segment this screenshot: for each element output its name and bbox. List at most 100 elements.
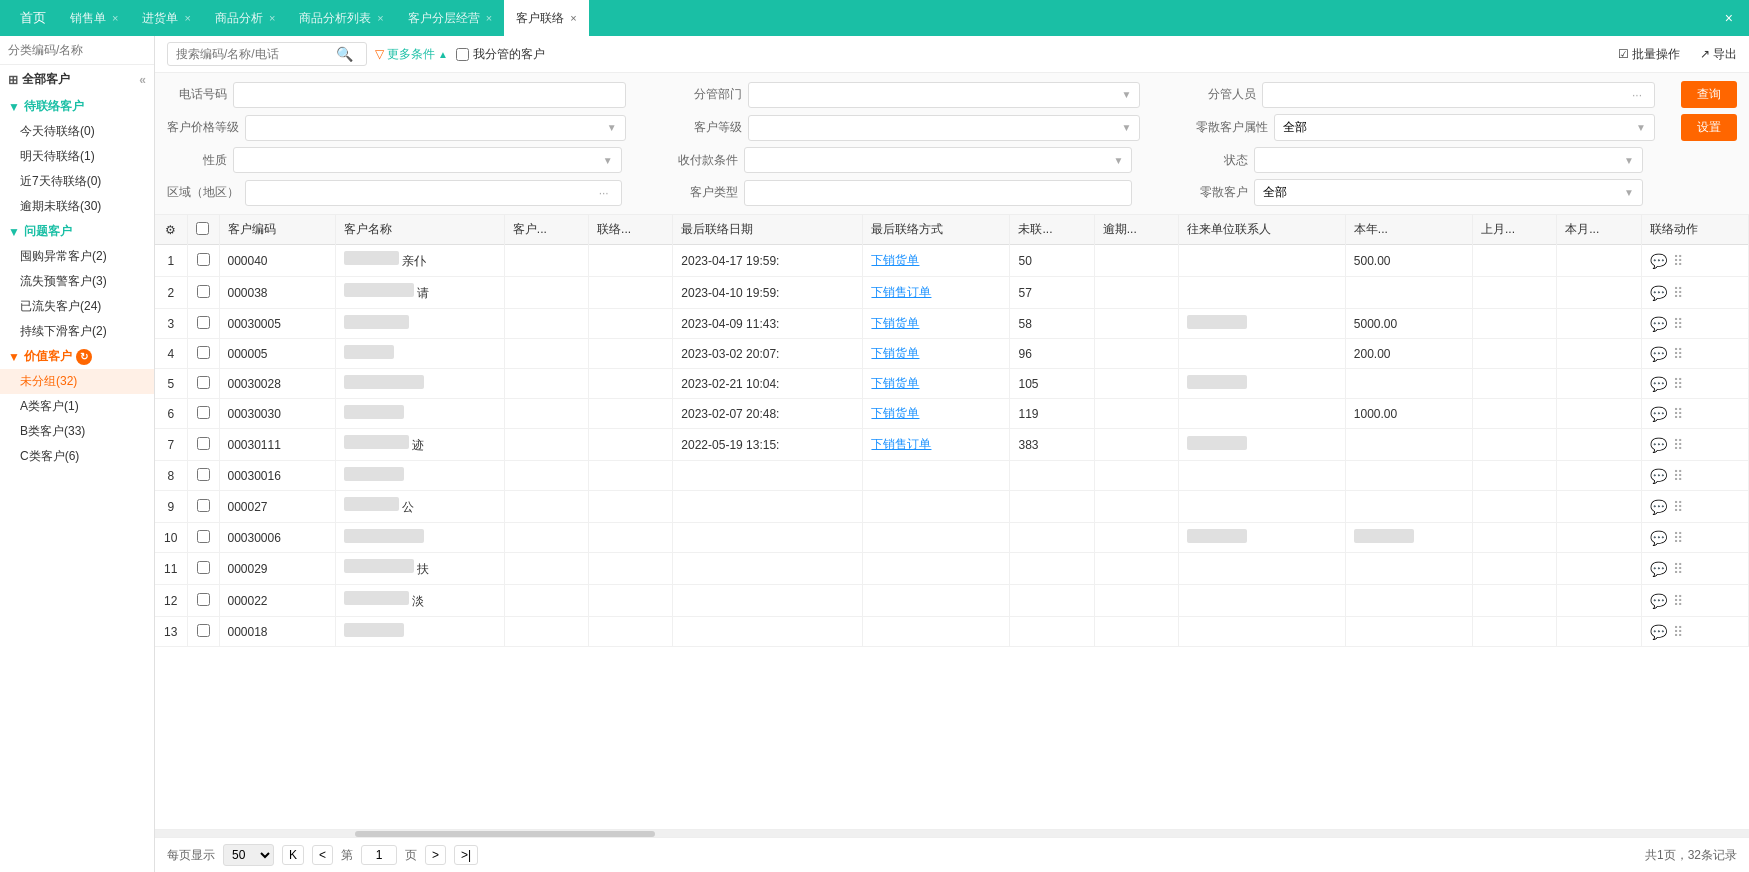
- more-icon[interactable]: ⠿: [1673, 316, 1683, 332]
- customer-name[interactable]: [335, 399, 504, 429]
- nav-tab-purchase[interactable]: 进货单 ×: [130, 0, 202, 36]
- close-sales-tab[interactable]: ×: [112, 12, 118, 24]
- sidebar-item-declining[interactable]: 持续下滑客户(2): [0, 319, 154, 344]
- dept-select[interactable]: ▼: [748, 82, 1141, 108]
- region-input[interactable]: ···: [245, 180, 622, 206]
- row-checkbox[interactable]: [197, 468, 210, 481]
- last-contact-method[interactable]: 下销货单: [863, 399, 1010, 429]
- payment-select[interactable]: ▼: [744, 147, 1133, 173]
- message-icon[interactable]: 💬: [1650, 285, 1667, 301]
- customer-level-select[interactable]: ▼: [748, 115, 1141, 141]
- more-icon[interactable]: ⠿: [1673, 406, 1683, 422]
- last-contact-method[interactable]: 下销售订单: [863, 429, 1010, 461]
- phone-input[interactable]: [233, 82, 626, 108]
- last-contact-method[interactable]: 下销货单: [863, 309, 1010, 339]
- row-checkbox[interactable]: [197, 285, 210, 298]
- customer-name[interactable]: 公: [335, 491, 504, 523]
- nav-tab-sales[interactable]: 销售单 ×: [58, 0, 130, 36]
- sidebar-item-ungrouped[interactable]: 未分组(32): [0, 369, 154, 394]
- section-problem-customers[interactable]: ▼ 问题客户: [0, 219, 154, 244]
- section-value-customers[interactable]: ▼ 价值客户 ↻: [0, 344, 154, 369]
- row-checkbox[interactable]: [197, 253, 210, 266]
- row-checkbox[interactable]: [197, 437, 210, 450]
- checkbox-col-header[interactable]: [187, 215, 219, 245]
- customer-name[interactable]: [335, 339, 504, 369]
- customer-name[interactable]: [335, 369, 504, 399]
- last-page-btn[interactable]: >|: [454, 845, 478, 865]
- close-purchase-tab[interactable]: ×: [184, 12, 190, 24]
- retail-attr-select[interactable]: 全部 ▼: [1274, 114, 1655, 141]
- reset-button[interactable]: 设置: [1681, 114, 1737, 141]
- more-icon[interactable]: ⠿: [1673, 530, 1683, 546]
- message-icon[interactable]: 💬: [1650, 593, 1667, 609]
- row-checkbox[interactable]: [197, 499, 210, 512]
- next-page-btn[interactable]: >: [425, 845, 446, 865]
- customer-name[interactable]: 淡: [335, 585, 504, 617]
- export-btn[interactable]: ↗ 导出: [1700, 46, 1737, 63]
- more-icon[interactable]: ⠿: [1673, 346, 1683, 362]
- more-icon[interactable]: ⠿: [1673, 285, 1683, 301]
- last-contact-method[interactable]: [863, 491, 1010, 523]
- more-icon[interactable]: ⠿: [1673, 561, 1683, 577]
- sidebar-item-today[interactable]: 今天待联络(0): [0, 119, 154, 144]
- row-checkbox[interactable]: [197, 406, 210, 419]
- more-icon[interactable]: ⠿: [1673, 499, 1683, 515]
- customer-name[interactable]: [335, 461, 504, 491]
- nav-tab-analysis-list[interactable]: 商品分析列表 ×: [287, 0, 395, 36]
- manager-dots[interactable]: ···: [1628, 88, 1646, 102]
- last-contact-method[interactable]: [863, 523, 1010, 553]
- last-contact-method[interactable]: 下销售订单: [863, 277, 1010, 309]
- search-icon[interactable]: 🔍: [336, 46, 353, 62]
- sidebar-item-tomorrow[interactable]: 明天待联络(1): [0, 144, 154, 169]
- settings-col-header[interactable]: ⚙: [155, 215, 187, 245]
- customer-name[interactable]: [335, 309, 504, 339]
- row-checkbox[interactable]: [197, 593, 210, 606]
- sidebar-search-input[interactable]: [8, 43, 155, 57]
- message-icon[interactable]: 💬: [1650, 561, 1667, 577]
- close-analysis-list-tab[interactable]: ×: [377, 12, 383, 24]
- sidebar-item-class-a[interactable]: A类客户(1): [0, 394, 154, 419]
- batch-operation-btn[interactable]: ☑ 批量操作: [1618, 46, 1680, 63]
- row-checkbox[interactable]: [197, 376, 210, 389]
- message-icon[interactable]: 💬: [1650, 406, 1667, 422]
- price-level-select[interactable]: ▼: [245, 115, 626, 141]
- per-page-select[interactable]: 50 100 200: [223, 844, 274, 866]
- close-contact-tab[interactable]: ×: [570, 12, 576, 24]
- section-pending-contact[interactable]: ▼ 待联络客户: [0, 94, 154, 119]
- more-icon[interactable]: ⠿: [1673, 437, 1683, 453]
- message-icon[interactable]: 💬: [1650, 437, 1667, 453]
- status-select[interactable]: ▼: [1254, 147, 1643, 173]
- last-contact-method[interactable]: 下销货单: [863, 369, 1010, 399]
- last-contact-method[interactable]: [863, 553, 1010, 585]
- nav-tab-customer-segment[interactable]: 客户分层经营 ×: [396, 0, 504, 36]
- row-checkbox[interactable]: [197, 316, 210, 329]
- first-page-btn[interactable]: K: [282, 845, 304, 865]
- sidebar-item-churn-warning[interactable]: 流失预警客户(3): [0, 269, 154, 294]
- message-icon[interactable]: 💬: [1650, 530, 1667, 546]
- customer-type-input[interactable]: [744, 180, 1133, 206]
- current-page-input[interactable]: [361, 845, 397, 865]
- more-icon[interactable]: ⠿: [1673, 253, 1683, 269]
- nature-select[interactable]: ▼: [233, 147, 622, 173]
- customer-name[interactable]: 亲仆: [335, 245, 504, 277]
- row-checkbox[interactable]: [197, 561, 210, 574]
- nav-tab-customer-contact[interactable]: 客户联络 ×: [504, 0, 588, 36]
- more-conditions[interactable]: ▽ 更多条件 ▲: [375, 46, 448, 63]
- search-input[interactable]: [176, 47, 336, 61]
- close-segment-tab[interactable]: ×: [486, 12, 492, 24]
- sidebar-item-overdue[interactable]: 逾期未联络(30): [0, 194, 154, 219]
- row-checkbox[interactable]: [197, 346, 210, 359]
- manager-input[interactable]: ···: [1262, 82, 1655, 108]
- nav-tab-analysis[interactable]: 商品分析 ×: [203, 0, 287, 36]
- sidebar-item-churned[interactable]: 已流失客户(24): [0, 294, 154, 319]
- close-analysis-tab[interactable]: ×: [269, 12, 275, 24]
- row-checkbox[interactable]: [197, 530, 210, 543]
- select-all-checkbox[interactable]: [196, 222, 209, 235]
- row-checkbox[interactable]: [197, 624, 210, 637]
- message-icon[interactable]: 💬: [1650, 346, 1667, 362]
- all-customers-header[interactable]: ⊞ 全部客户 «: [0, 65, 154, 94]
- customer-name[interactable]: 请: [335, 277, 504, 309]
- message-icon[interactable]: 💬: [1650, 316, 1667, 332]
- close-all-tabs[interactable]: ×: [1717, 10, 1741, 26]
- message-icon[interactable]: 💬: [1650, 499, 1667, 515]
